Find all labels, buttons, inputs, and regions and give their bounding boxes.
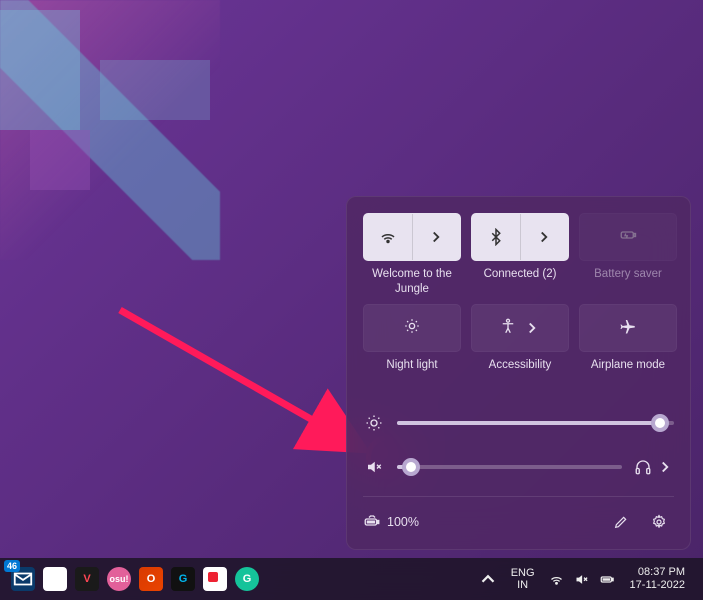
airplane-icon: [619, 317, 637, 340]
bluetooth-expand[interactable]: [521, 214, 569, 260]
settings-button[interactable]: [644, 507, 674, 537]
taskbar-app-generic[interactable]: [200, 564, 230, 594]
bluetooth-icon[interactable]: [472, 214, 521, 260]
taskbar-app-office[interactable]: O: [136, 564, 166, 594]
brightness-icon: [363, 414, 385, 432]
language-secondary: IN: [511, 579, 535, 591]
night-light-icon: [403, 317, 421, 340]
wifi-expand[interactable]: [413, 214, 461, 260]
airplane-mode-label: Airplane mode: [591, 358, 665, 386]
volume-slider-row: [363, 458, 674, 476]
wifi-label: Welcome to the Jungle: [363, 267, 461, 296]
night-light-label: Night light: [386, 358, 437, 386]
taskbar-app-grammarly[interactable]: G: [232, 564, 262, 594]
taskbar-microsoft-store[interactable]: [40, 564, 70, 594]
brightness-slider-row: [363, 414, 674, 432]
bluetooth-label: Connected (2): [484, 267, 557, 295]
accessibility-icon: [499, 317, 517, 340]
mail-badge: 46: [4, 560, 20, 572]
accessibility-tile[interactable]: [471, 304, 569, 352]
taskbar-mail-app[interactable]: 46: [8, 564, 38, 594]
tray-clock[interactable]: 08:37 PM 17-11-2022: [624, 562, 695, 595]
taskbar: 46 V osu! O G G ENG IN 08:37 PM: [0, 558, 703, 600]
chevron-right-icon: [656, 458, 674, 476]
headphones-icon: [634, 458, 652, 476]
wifi-icon[interactable]: [364, 214, 413, 260]
airplane-mode-tile[interactable]: [579, 304, 677, 352]
volume-mute-icon[interactable]: [363, 458, 385, 476]
audio-output-button[interactable]: [634, 458, 674, 476]
tray-system-icons[interactable]: [543, 568, 622, 591]
taskbar-app-osu[interactable]: osu!: [104, 564, 134, 594]
volume-slider[interactable]: [397, 465, 622, 469]
clock-date: 17-11-2022: [630, 579, 685, 592]
quick-settings-tiles: Welcome to the Jungle Connected (2) Batt…: [363, 213, 674, 386]
language-primary: ENG: [511, 567, 535, 579]
accessibility-label: Accessibility: [489, 358, 552, 386]
battery-saver-icon: [619, 226, 637, 249]
tray-overflow-button[interactable]: [473, 564, 503, 594]
battery-status-icon[interactable]: 100%: [363, 513, 419, 531]
taskbar-app-logitech[interactable]: G: [168, 564, 198, 594]
quick-settings-panel: Welcome to the Jungle Connected (2) Batt…: [346, 196, 691, 550]
tray-language[interactable]: ENG IN: [505, 563, 541, 595]
wifi-tile[interactable]: [363, 213, 461, 261]
taskbar-app-valorant[interactable]: V: [72, 564, 102, 594]
battery-percent-text: 100%: [387, 515, 419, 529]
chevron-right-icon: [523, 319, 541, 337]
chevron-up-icon: [477, 568, 499, 590]
pencil-icon: [613, 514, 629, 530]
battery-icon: [599, 572, 616, 587]
volume-mute-icon: [574, 572, 589, 587]
gear-icon: [651, 514, 667, 530]
battery-saver-label: Battery saver: [594, 267, 662, 295]
brightness-slider[interactable]: [397, 421, 674, 425]
night-light-tile[interactable]: [363, 304, 461, 352]
clock-time: 08:37 PM: [630, 566, 685, 579]
bluetooth-tile[interactable]: [471, 213, 569, 261]
wifi-icon: [549, 572, 564, 587]
battery-saver-tile: [579, 213, 677, 261]
edit-quick-settings-button[interactable]: [606, 507, 636, 537]
